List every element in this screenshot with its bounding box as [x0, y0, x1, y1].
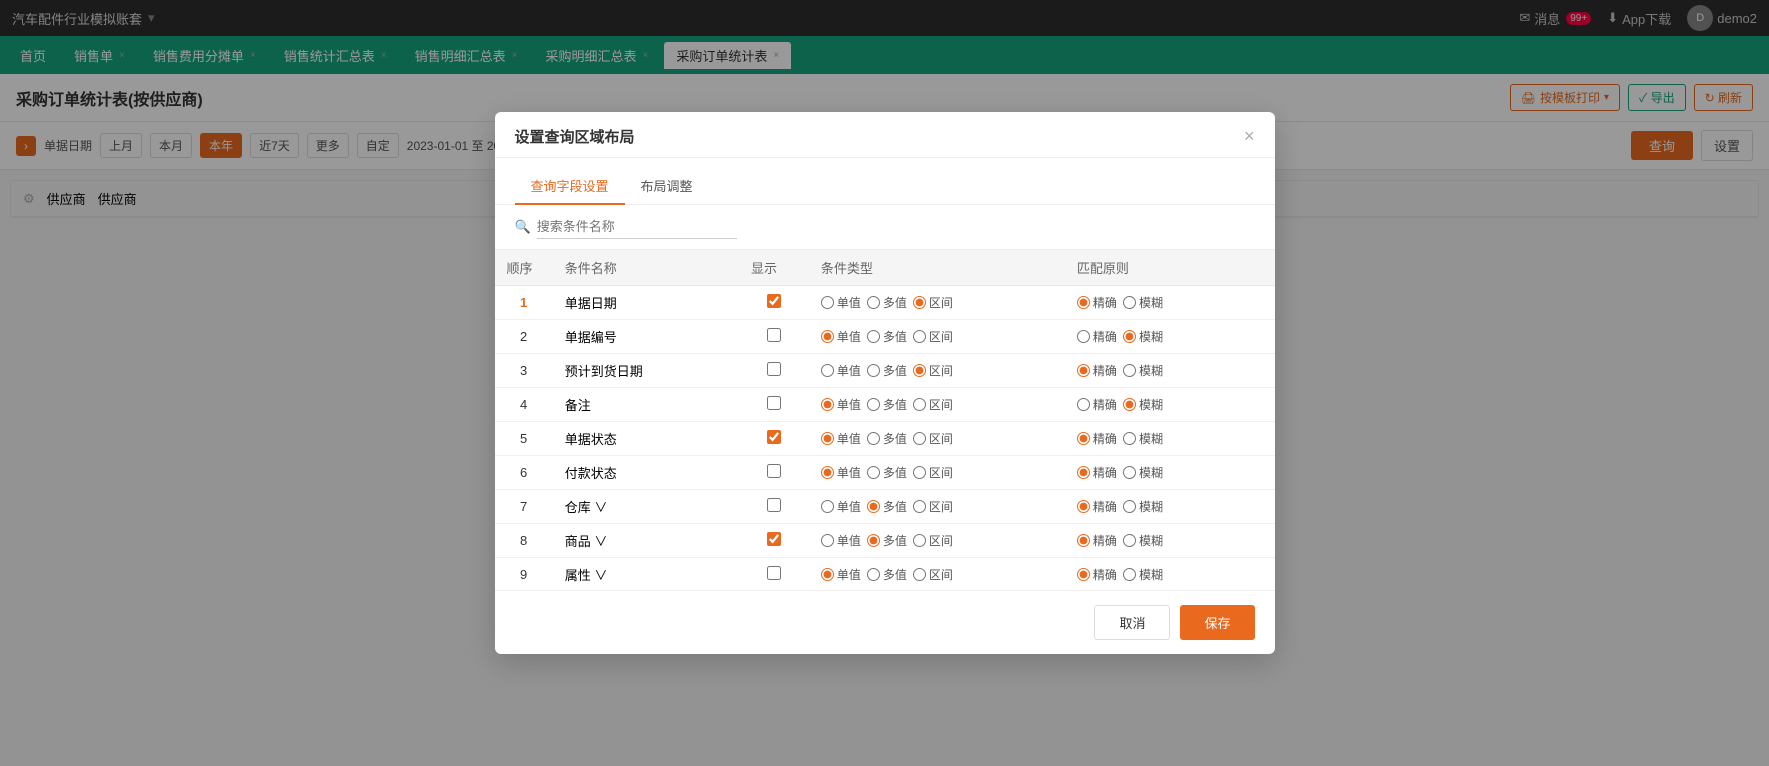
row-type-2[interactable]: 单值多值区间 — [809, 354, 1065, 388]
dialog-table-scroll[interactable]: 顺序 条件名称 显示 条件类型 匹配原则 1单据日期单值多值区间精确模糊2单据编… — [495, 250, 1275, 590]
row-seq-3: 4 — [495, 388, 553, 422]
row-seq-5: 6 — [495, 456, 553, 490]
row-seq-8: 9 — [495, 558, 553, 591]
save-button[interactable]: 保存 — [1180, 605, 1254, 640]
row-type-4[interactable]: 单值多值区间 — [809, 422, 1065, 456]
show-checkbox-3[interactable] — [767, 396, 781, 410]
row-type-8[interactable]: 单值多值区间 — [809, 558, 1065, 591]
settings-dialog: 设置查询区域布局 × 查询字段设置 布局调整 🔍 — [495, 112, 1275, 654]
row-show-8[interactable] — [739, 558, 809, 591]
row-seq-6: 7 — [495, 490, 553, 524]
row-name-2: 预计到货日期 — [553, 354, 739, 388]
row-show-7[interactable] — [739, 524, 809, 558]
row-match-1[interactable]: 精确模糊 — [1065, 320, 1275, 354]
show-checkbox-4[interactable] — [767, 430, 781, 444]
row-match-2[interactable]: 精确模糊 — [1065, 354, 1275, 388]
dialog-tabs: 查询字段设置 布局调整 — [495, 158, 1275, 205]
show-checkbox-2[interactable] — [767, 362, 781, 376]
row-name-1: 单据编号 — [553, 320, 739, 354]
table-row: 7仓库 ∨ 单值多值区间精确模糊 — [495, 490, 1275, 524]
row-match-6[interactable]: 精确模糊 — [1065, 490, 1275, 524]
row-match-4[interactable]: 精确模糊 — [1065, 422, 1275, 456]
row-type-7[interactable]: 单值多值区间 — [809, 524, 1065, 558]
row-type-3[interactable]: 单值多值区间 — [809, 388, 1065, 422]
table-row: 2单据编号 单值多值区间精确模糊 — [495, 320, 1275, 354]
th-match: 匹配原则 — [1065, 250, 1275, 286]
row-type-6[interactable]: 单值多值区间 — [809, 490, 1065, 524]
dialog-search-area: 🔍 — [495, 205, 1275, 250]
dialog-title: 设置查询区域布局 — [515, 126, 635, 147]
show-checkbox-8[interactable] — [767, 566, 781, 580]
show-checkbox-7[interactable] — [767, 532, 781, 546]
row-show-5[interactable] — [739, 456, 809, 490]
row-show-1[interactable] — [739, 320, 809, 354]
row-name-0: 单据日期 — [553, 286, 739, 320]
th-type: 条件类型 — [809, 250, 1065, 286]
show-checkbox-5[interactable] — [767, 464, 781, 478]
dialog-table: 顺序 条件名称 显示 条件类型 匹配原则 1单据日期单值多值区间精确模糊2单据编… — [495, 250, 1275, 590]
row-show-0[interactable] — [739, 286, 809, 320]
row-show-3[interactable] — [739, 388, 809, 422]
table-row: 3预计到货日期 单值多值区间精确模糊 — [495, 354, 1275, 388]
row-match-0[interactable]: 精确模糊 — [1065, 286, 1275, 320]
table-row: 8商品 ∨ 单值多值区间精确模糊 — [495, 524, 1275, 558]
row-name-5: 付款状态 — [553, 456, 739, 490]
dialog-table-body: 1单据日期单值多值区间精确模糊2单据编号单值多值区间精确模糊3预计到货日期单值多… — [495, 286, 1275, 591]
row-name-4: 单据状态 — [553, 422, 739, 456]
dialog-footer: 取消 保存 — [495, 590, 1275, 654]
table-row: 5单据状态 单值多值区间精确模糊 — [495, 422, 1275, 456]
search-icon: 🔍 — [515, 219, 531, 235]
th-name: 条件名称 — [553, 250, 739, 286]
cancel-button[interactable]: 取消 — [1094, 605, 1170, 640]
row-type-1[interactable]: 单值多值区间 — [809, 320, 1065, 354]
table-row: 9属性 ∨ 单值多值区间精确模糊 — [495, 558, 1275, 591]
row-name-6: 仓库 ∨ — [553, 490, 739, 524]
th-seq: 顺序 — [495, 250, 553, 286]
condition-search-input[interactable] — [537, 215, 737, 239]
row-name-8: 属性 ∨ — [553, 558, 739, 591]
dialog-tab-fields[interactable]: 查询字段设置 — [515, 168, 625, 205]
table-row: 4备注 单值多值区间精确模糊 — [495, 388, 1275, 422]
dialog-tab-layout[interactable]: 布局调整 — [625, 168, 709, 205]
row-show-2[interactable] — [739, 354, 809, 388]
dialog-table-head: 顺序 条件名称 显示 条件类型 匹配原则 — [495, 250, 1275, 286]
row-name-7: 商品 ∨ — [553, 524, 739, 558]
row-type-0[interactable]: 单值多值区间 — [809, 286, 1065, 320]
row-match-8[interactable]: 精确模糊 — [1065, 558, 1275, 591]
row-type-5[interactable]: 单值多值区间 — [809, 456, 1065, 490]
dialog-overlay: 设置查询区域布局 × 查询字段设置 布局调整 🔍 — [0, 0, 1769, 766]
dialog-close-button[interactable]: × — [1244, 126, 1255, 147]
row-match-5[interactable]: 精确模糊 — [1065, 456, 1275, 490]
dialog-header: 设置查询区域布局 × — [495, 112, 1275, 158]
row-seq-2: 3 — [495, 354, 553, 388]
row-seq-4: 5 — [495, 422, 553, 456]
table-row: 1单据日期 单值多值区间精确模糊 — [495, 286, 1275, 320]
row-seq-7: 8 — [495, 524, 553, 558]
show-checkbox-1[interactable] — [767, 328, 781, 342]
row-match-7[interactable]: 精确模糊 — [1065, 524, 1275, 558]
row-seq-0: 1 — [495, 286, 553, 320]
row-seq-1: 2 — [495, 320, 553, 354]
row-show-6[interactable] — [739, 490, 809, 524]
show-checkbox-0[interactable] — [767, 294, 781, 308]
main-area: 采购订单统计表(按供应商) 🖨 按模板打印 ▾ ✓ 导出 ↻ 刷新 › 单据日期… — [0, 74, 1769, 766]
row-show-4[interactable] — [739, 422, 809, 456]
row-name-3: 备注 — [553, 388, 739, 422]
row-match-3[interactable]: 精确模糊 — [1065, 388, 1275, 422]
th-show: 显示 — [739, 250, 809, 286]
table-row: 6付款状态 单值多值区间精确模糊 — [495, 456, 1275, 490]
show-checkbox-6[interactable] — [767, 498, 781, 512]
